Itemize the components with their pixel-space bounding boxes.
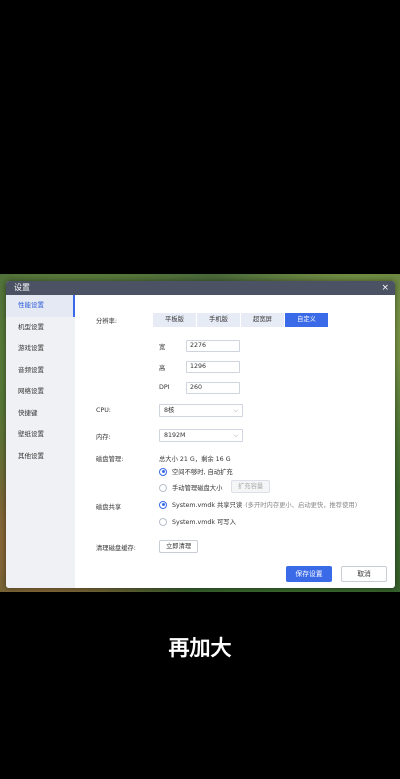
clear-cache-button[interactable]: 立即清理	[159, 540, 199, 553]
dpi-input[interactable]: 260	[186, 382, 240, 394]
dialog-title: 设置	[14, 283, 30, 292]
resolution-tablet-option[interactable]: 平板版	[153, 313, 196, 327]
height-input[interactable]: 1296	[186, 361, 240, 373]
sidebar-item-game[interactable]: 游戏设置	[6, 338, 75, 360]
sidebar-item-device-model[interactable]: 机型设置	[6, 317, 75, 339]
video-caption: 再加大	[168, 636, 232, 660]
width-label: 宽	[159, 344, 166, 351]
resolution-phone-option[interactable]: 手机版	[197, 313, 240, 327]
disk-share-label: 磁盘共享	[96, 504, 122, 511]
disk-auto-radio[interactable]: 空间不够时, 自动扩充	[159, 467, 233, 476]
disk-auto-label: 空间不够时, 自动扩充	[172, 469, 233, 476]
expand-capacity-button[interactable]: 扩充容量	[231, 480, 271, 493]
dpi-label: DPI	[159, 384, 170, 391]
disk-manual-label: 手动管理磁盘大小	[172, 485, 223, 492]
close-icon[interactable]: ×	[381, 281, 389, 295]
resolution-label: 分辨率:	[96, 318, 118, 325]
width-input[interactable]: 2276	[186, 340, 240, 352]
share-readonly-label: System.vmdk 共享只读	[172, 502, 243, 509]
share-writable-radio[interactable]: System.vmdk 可写入	[159, 517, 236, 526]
radio-unselected-icon	[159, 483, 167, 492]
radio-unselected-icon	[159, 517, 167, 526]
sidebar-item-wallpaper[interactable]: 壁纸设置	[6, 424, 75, 446]
radio-selected-icon	[159, 500, 167, 509]
sidebar-item-audio[interactable]: 音频设置	[6, 360, 75, 382]
share-writable-label: System.vmdk 可写入	[172, 519, 236, 526]
sidebar-item-other[interactable]: 其他设置	[6, 446, 75, 468]
height-label: 高	[159, 365, 166, 372]
memory-label: 内存:	[96, 434, 111, 441]
resolution-segmented-control: 平板版 手机版 超宽屏 自定义	[153, 313, 329, 327]
memory-select-value: 8192M	[164, 432, 186, 439]
chevron-down-icon: ⌵	[233, 432, 238, 439]
cpu-select[interactable]: 8核 ⌵	[159, 404, 243, 417]
disk-manual-radio[interactable]: 手动管理磁盘大小	[159, 483, 222, 492]
chevron-down-icon: ⌵	[233, 407, 238, 414]
cpu-label: CPU:	[96, 407, 111, 414]
save-settings-button[interactable]: 保存设置	[286, 566, 332, 582]
cpu-select-value: 8核	[164, 407, 175, 414]
share-readonly-radio[interactable]: System.vmdk 共享只读 (多开时内存更小、启动更快，推荐使用)	[159, 500, 357, 509]
settings-content: 分辨率: 平板版 手机版 超宽屏 自定义 宽 2276 高 1296 DPI 2…	[75, 295, 395, 588]
settings-dialog: 设置 × 性能设置 机型设置 游戏设置 音频设置 网络设置 快捷键 壁纸设置 其…	[6, 281, 395, 588]
resolution-custom-option[interactable]: 自定义	[285, 313, 328, 327]
sidebar: 性能设置 机型设置 游戏设置 音频设置 网络设置 快捷键 壁纸设置 其他设置	[6, 295, 75, 588]
share-readonly-note: (多开时内存更小、启动更快，推荐使用)	[245, 502, 358, 509]
disk-management-label: 磁盘管理:	[96, 456, 124, 463]
sidebar-item-network[interactable]: 网络设置	[6, 381, 75, 403]
memory-select[interactable]: 8192M ⌵	[159, 429, 243, 442]
resolution-ultrawide-option[interactable]: 超宽屏	[241, 313, 284, 327]
sidebar-item-shortcuts[interactable]: 快捷键	[6, 403, 75, 425]
disk-summary: 总大小 21 G，剩余 16 G	[159, 456, 231, 463]
cancel-button[interactable]: 取消	[341, 566, 387, 582]
clear-cache-label: 清理磁盘缓存:	[96, 545, 136, 552]
sidebar-item-performance[interactable]: 性能设置	[6, 295, 75, 317]
radio-selected-icon	[159, 467, 167, 476]
titlebar: 设置 ×	[6, 281, 395, 295]
